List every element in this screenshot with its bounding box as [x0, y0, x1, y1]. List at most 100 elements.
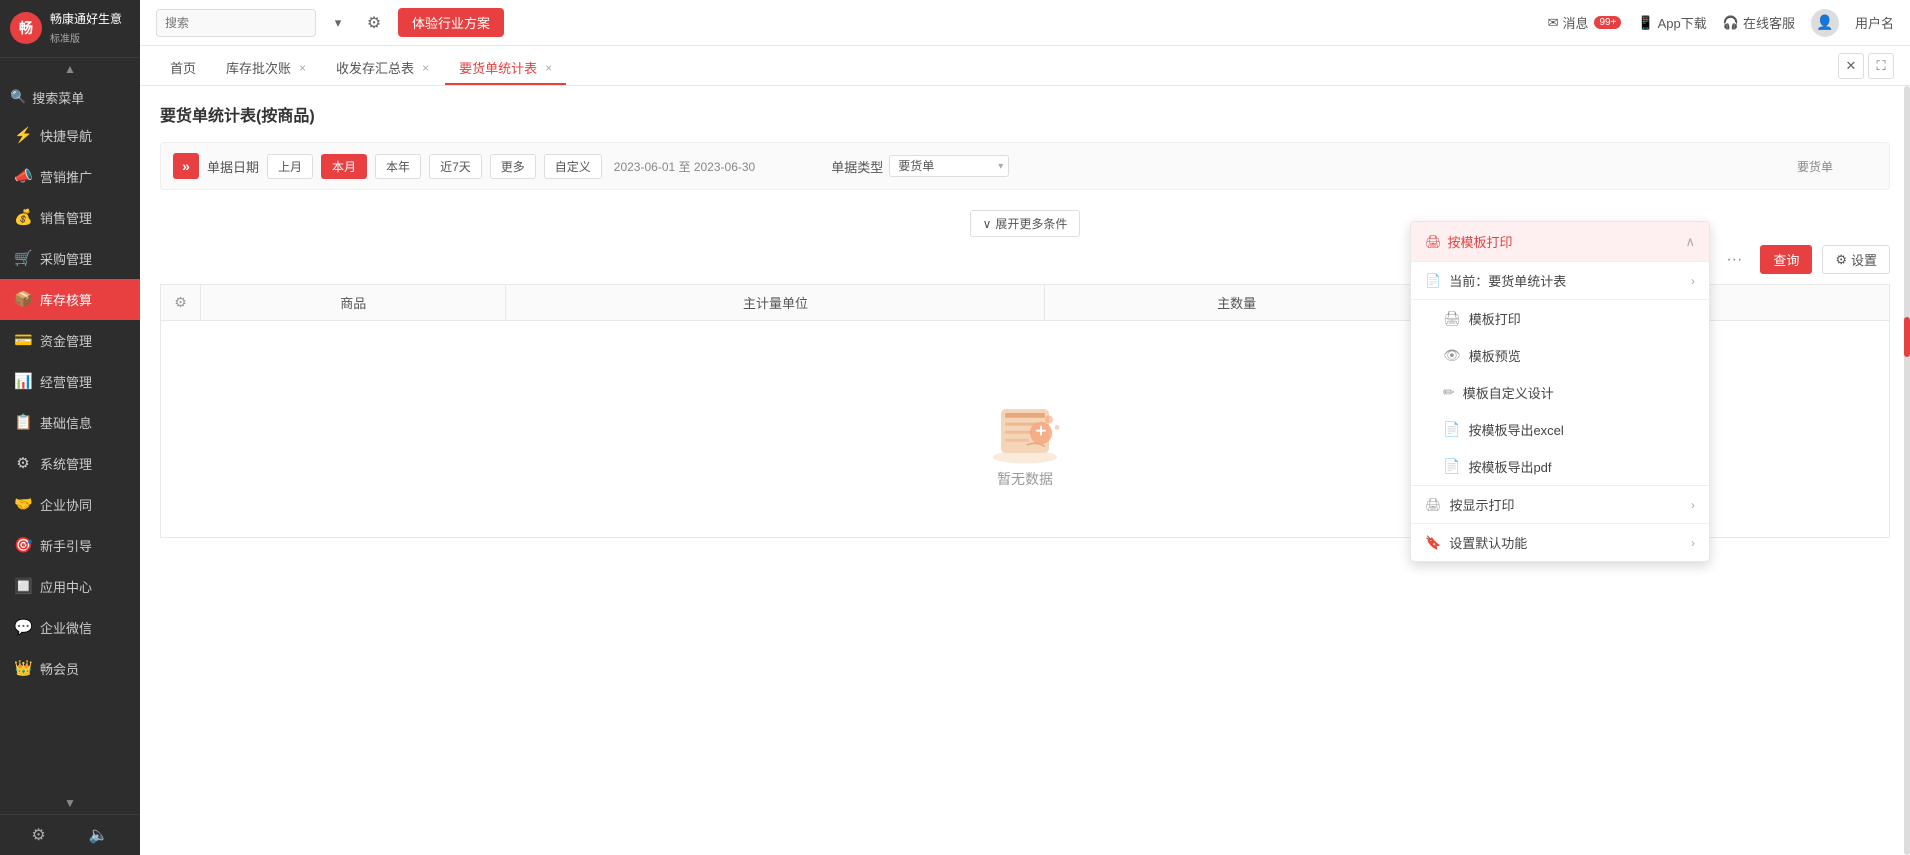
dropdown-item-template-preview[interactable]: 👁 模板预览: [1411, 337, 1709, 374]
tab-close-all-btn[interactable]: ✕: [1838, 53, 1864, 79]
settings-btn[interactable]: ⚙ 设置: [1822, 245, 1890, 274]
sidebar-item-member[interactable]: 👑 畅会员: [0, 648, 140, 689]
tab-fullscreen-btn[interactable]: ⛶: [1868, 53, 1894, 79]
tab-close-order-stats[interactable]: ×: [545, 61, 552, 75]
settings-icon[interactable]: ⚙: [31, 825, 45, 845]
sidebar-scroll-down[interactable]: ▼: [0, 792, 140, 814]
tabs-actions: ✕ ⛶: [1838, 53, 1894, 85]
sidebar-search-item[interactable]: 🔍 搜索菜单: [0, 80, 140, 115]
sidebar-item-basics[interactable]: 📋 基础信息: [0, 402, 140, 443]
top-header: ▾ ⚙ 体验行业方案 ✉ 消息 99+ 📱 App下载 🎧 在线客服 👤 用户名: [140, 0, 1910, 46]
query-btn[interactable]: 查询: [1760, 245, 1812, 274]
marketing-icon: 📣: [14, 167, 32, 185]
dropdown-current-item[interactable]: 📄 当前：要货单统计表 ›: [1411, 262, 1709, 300]
col-product: 商品: [201, 285, 506, 321]
display-print-arrow: ›: [1691, 498, 1695, 512]
dropdown-item-export-pdf[interactable]: 📄 按模板导出pdf: [1411, 448, 1709, 485]
type-select-wrapper: 要货单 ▾: [889, 155, 1009, 177]
sidebar-item-finance[interactable]: 💳 资金管理: [0, 320, 140, 361]
service-icon: 🎧: [1723, 15, 1739, 31]
right-scrollbar[interactable]: [1904, 86, 1910, 855]
sidebar-item-collab[interactable]: 🤝 企业协同: [0, 484, 140, 525]
sidebar-logo: 畅 畅康通好生意 标准版: [0, 0, 140, 58]
trial-btn[interactable]: 体验行业方案: [398, 8, 504, 37]
dropdown-item-template-print[interactable]: 🖨 模板打印: [1411, 300, 1709, 337]
current-template-icon: 📄: [1425, 273, 1441, 289]
tab-close-receipt-summary[interactable]: ×: [422, 61, 429, 75]
dropdown-header: 🖨 按模板打印 ∧: [1411, 222, 1709, 262]
date-btn-last-month[interactable]: 上月: [267, 154, 313, 179]
sidebar-item-operations[interactable]: 📊 经营管理: [0, 361, 140, 402]
date-range-label: 2023-06-01 至 2023-06-30: [614, 158, 755, 175]
tab-home[interactable]: 首页: [156, 52, 210, 85]
dropdown-collapse-icon[interactable]: ∧: [1685, 234, 1695, 250]
finance-icon: 💳: [14, 331, 32, 349]
more-actions-icon[interactable]: ···: [1718, 247, 1750, 273]
sidebar-item-inventory[interactable]: 📦 库存核算: [0, 279, 140, 320]
sidebar-bottom: ⚙ 🔈: [0, 814, 140, 855]
tab-receipt-summary[interactable]: 收发存汇总表 ×: [322, 52, 443, 85]
type-select[interactable]: 要货单: [889, 155, 1009, 177]
dropdown-print-icon: 🖨: [1425, 234, 1442, 250]
dropdown-section-default-settings[interactable]: 🔖 设置默认功能 ›: [1411, 523, 1709, 561]
date-btn-this-month[interactable]: 本月: [321, 154, 367, 179]
tab-order-stats[interactable]: 要货单统计表 ×: [445, 52, 566, 85]
sidebar: 畅 畅康通好生意 标准版 ▲ 🔍 搜索菜单 ⚡ 快捷导航 📣 营销推广 💰 销售…: [0, 0, 140, 855]
apps-icon: 🔲: [14, 577, 32, 595]
expand-more-btn[interactable]: ∨ 展开更多条件: [970, 210, 1081, 237]
tab-inventory-batch[interactable]: 库存批次账 ×: [212, 52, 320, 85]
yaohuodan-label-area: 要货单: [1797, 158, 1877, 175]
sidebar-item-purchase[interactable]: 🛒 采购管理: [0, 238, 140, 279]
sidebar-scroll-up[interactable]: ▲: [0, 58, 140, 80]
date-btn-7days[interactable]: 近7天: [429, 154, 482, 179]
sidebar-item-marketing[interactable]: 📣 营销推广: [0, 156, 140, 197]
message-btn[interactable]: ✉ 消息 99+: [1548, 13, 1622, 32]
expand-more-icon: ∨: [983, 217, 992, 231]
type-label: 单据类型: [831, 157, 883, 176]
scrollbar-thumb[interactable]: [1904, 317, 1910, 357]
tab-close-inventory-batch[interactable]: ×: [299, 61, 306, 75]
date-btn-custom[interactable]: 自定义: [544, 154, 602, 179]
quick-nav-icon: ⚡: [14, 126, 32, 144]
app-logo-icon: 畅: [10, 12, 42, 44]
col-settings[interactable]: ⚙: [161, 285, 201, 321]
app-download-btn[interactable]: 📱 App下载: [1637, 13, 1706, 32]
username-label: 用户名: [1855, 13, 1894, 32]
date-btn-this-year[interactable]: 本年: [375, 154, 421, 179]
header-right: ✉ 消息 99+ 📱 App下载 🎧 在线客服 👤 用户名: [1548, 9, 1894, 37]
dropdown-section-display-print[interactable]: 🖨 按显示打印 ›: [1411, 485, 1709, 523]
header-gear-icon[interactable]: ⚙: [360, 9, 388, 37]
avatar[interactable]: 👤: [1811, 9, 1839, 37]
sidebar-item-guide[interactable]: 🎯 新手引导: [0, 525, 140, 566]
inventory-icon: 📦: [14, 290, 32, 308]
table-settings-icon: ⚙: [1835, 252, 1847, 268]
template-print-icon: 🖨: [1443, 310, 1461, 327]
dropdown-item-export-excel[interactable]: 📄 按模板导出excel: [1411, 411, 1709, 448]
app-name: 畅康通好生意 标准版: [50, 12, 122, 45]
avatar-icon: 👤: [1816, 14, 1833, 31]
sidebar-item-sales[interactable]: 💰 销售管理: [0, 197, 140, 238]
date-label: 单据日期: [207, 157, 259, 176]
sidebar-item-wechat[interactable]: 💬 企业微信: [0, 607, 140, 648]
dropdown-current-left: 📄 当前：要货单统计表: [1425, 271, 1566, 290]
export-excel-icon: 📄: [1443, 421, 1460, 438]
header-search-input[interactable]: [156, 9, 316, 37]
online-service-btn[interactable]: 🎧 在线客服: [1723, 13, 1795, 32]
dropdown-section-display-print-left: 🖨 按显示打印: [1425, 495, 1515, 514]
header-dropdown-btn[interactable]: ▾: [326, 11, 350, 35]
default-settings-arrow: ›: [1691, 536, 1695, 550]
member-icon: 👑: [14, 659, 32, 677]
template-preview-icon: 👁: [1443, 347, 1461, 364]
dropdown-item-template-design[interactable]: ✏ 模板自定义设计: [1411, 374, 1709, 411]
audio-icon[interactable]: 🔈: [89, 825, 109, 845]
print-dropdown-menu: 🖨 按模板打印 ∧ 📄 当前：要货单统计表 › 🖨 模板打印: [1410, 221, 1710, 562]
sidebar-item-system[interactable]: ⚙ 系统管理: [0, 443, 140, 484]
message-badge: 99+: [1594, 16, 1621, 29]
date-btn-more[interactable]: 更多: [490, 154, 536, 179]
sidebar-item-quick-nav[interactable]: ⚡ 快捷导航: [0, 115, 140, 156]
sidebar-item-apps[interactable]: 🔲 应用中心: [0, 566, 140, 607]
main-area: ▾ ⚙ 体验行业方案 ✉ 消息 99+ 📱 App下载 🎧 在线客服 👤 用户名: [140, 0, 1910, 855]
col-qty: 主数量: [1045, 285, 1428, 321]
filter-expand-btn[interactable]: »: [173, 153, 199, 179]
dropdown-header-left: 🖨 按模板打印: [1425, 232, 1513, 251]
